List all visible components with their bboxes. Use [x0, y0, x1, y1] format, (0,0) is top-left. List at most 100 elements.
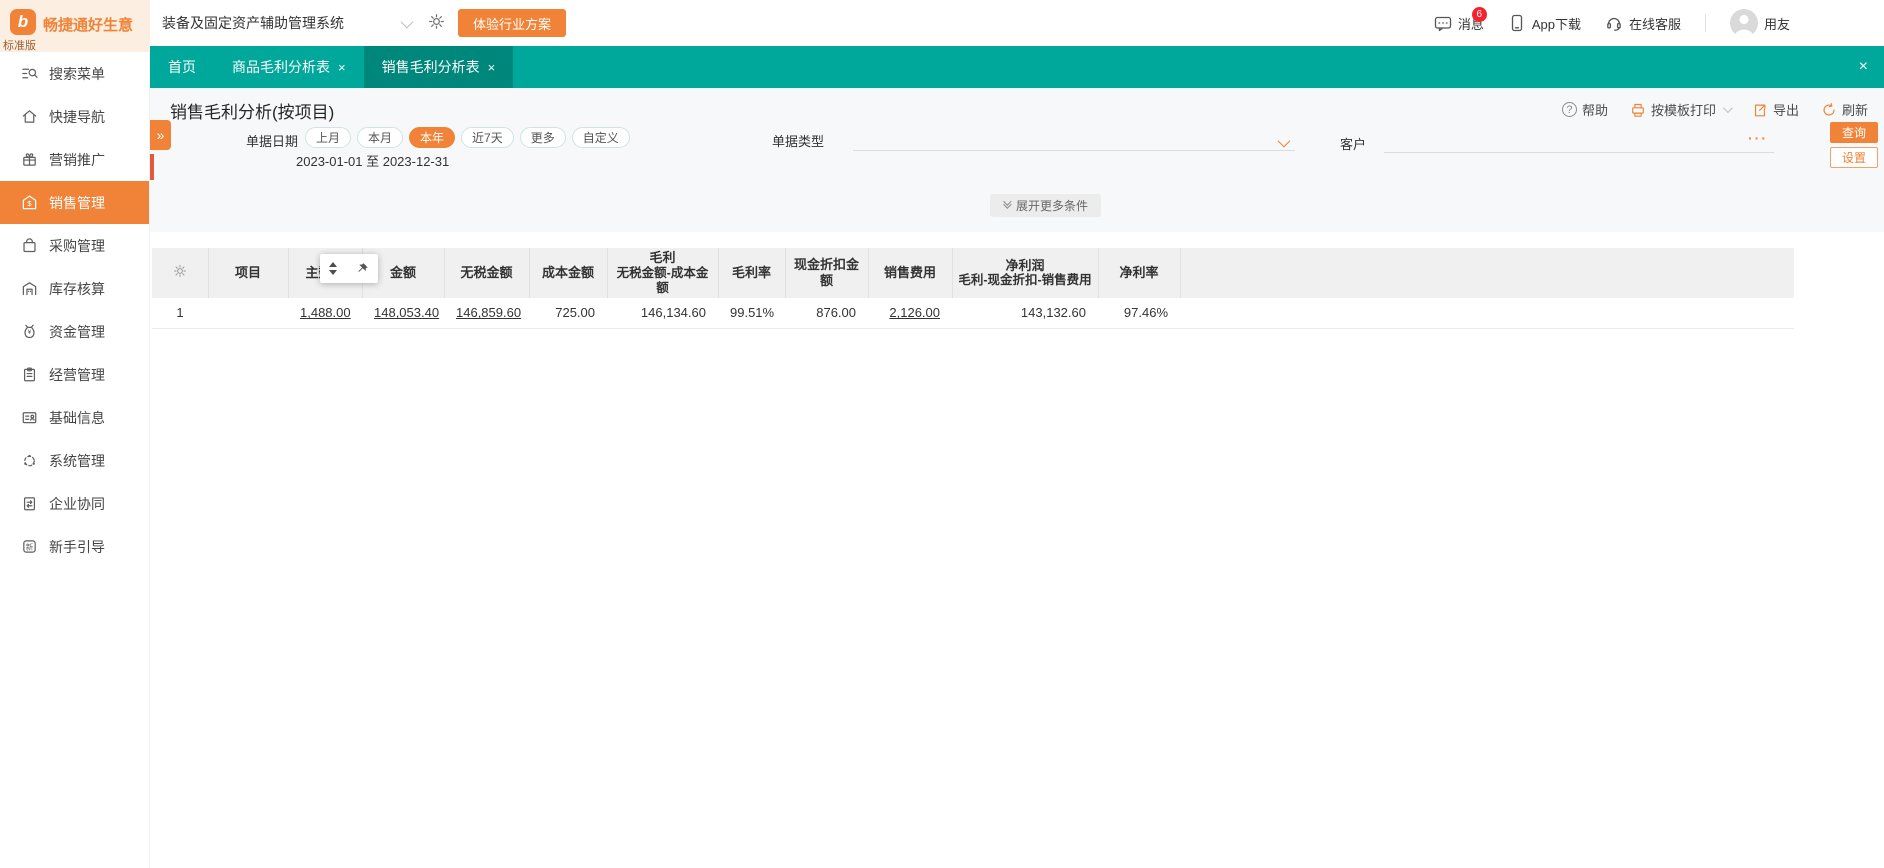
query-button[interactable]: 查询 [1830, 122, 1878, 143]
doc-type-label: 单据类型 [772, 134, 825, 149]
pin-column-icon[interactable] [356, 262, 369, 275]
amount-link[interactable]: 148,053.40 [374, 305, 439, 320]
print-by-template-button[interactable]: 按模板打印 [1630, 100, 1733, 119]
app-window: 装备及固定资产辅助管理系统 体验行业方案 消息 6 App下载 在线客服 用友 … [0, 0, 1884, 868]
date-option-custom[interactable]: 自定义 [571, 127, 630, 148]
date-range-value: 2023-01-01 至 2023-12-31 [296, 154, 450, 169]
trial-solution-button[interactable]: 体验行业方案 [458, 9, 567, 37]
tab-close-icon[interactable]: × [488, 61, 496, 74]
operations-clipboard-icon [23, 367, 36, 382]
scroll-indicator [150, 154, 154, 180]
expand-more-conditions-button[interactable]: 展开更多条件 [990, 194, 1102, 217]
gear-icon[interactable] [428, 13, 445, 35]
sidebar-item-purchase[interactable]: 采购管理 [0, 224, 149, 267]
tab-home[interactable]: 首页 [150, 46, 214, 88]
sidebar-item-system[interactable]: 系统管理 [0, 439, 149, 482]
chevron-down-icon[interactable] [1277, 134, 1291, 152]
refresh-button[interactable]: 刷新 [1821, 100, 1868, 119]
collaboration-icon [23, 497, 36, 511]
sidebar-item-label: 销售管理 [49, 194, 105, 211]
header-cost-amount[interactable]: 成本金额 [529, 248, 608, 298]
collapse-filter-button[interactable]: » [150, 120, 171, 150]
sidebar-item-sales[interactable]: $ 销售管理 [0, 181, 149, 224]
sidebar-item-newbie-guide[interactable]: 新 新手引导 [0, 525, 149, 568]
svg-text:新: 新 [26, 542, 34, 552]
header-project[interactable]: 项目 [208, 248, 289, 298]
header-net-margin[interactable]: 净利率 [1098, 248, 1181, 298]
marketing-gift-icon [23, 153, 36, 166]
cell-cash-discount: 876.00 [785, 297, 868, 330]
header-gross-profit[interactable]: 毛利 无税金额-成本金额 [607, 248, 719, 298]
quick-nav-icon [22, 110, 37, 123]
sidebar-item-label: 经营管理 [49, 366, 105, 383]
header-gross-margin[interactable]: 毛利率 [718, 248, 786, 298]
svg-text:$: $ [27, 199, 32, 208]
main-content: 销售毛利分析(按项目) ? 帮助 按模板打印 导出 刷新 » 单据日期 上月 本… [150, 88, 1884, 868]
app-download-label: App下载 [1531, 16, 1581, 32]
tab-product-gross-profit[interactable]: 商品毛利分析表 × [214, 46, 364, 88]
report-table: 项目 主数量 金额 无税金额 成本金额 毛利无税金额-成本金额 毛利率 现金折扣… [152, 248, 1794, 330]
column-settings-header[interactable] [152, 248, 209, 298]
date-option-last-7-days[interactable]: 近7天 [461, 127, 514, 148]
online-service-item[interactable]: 在线客服 [1605, 14, 1681, 33]
table-header-row: 项目 主数量 金额 无税金额 成本金额 毛利无税金额-成本金额 毛利率 现金折扣… [152, 248, 1794, 298]
user-item[interactable]: 用友 [1729, 9, 1790, 37]
messages-item[interactable]: 消息 6 [1434, 6, 1487, 33]
sidebar-item-collaboration[interactable]: 企业协同 [0, 482, 149, 525]
system-select[interactable]: 装备及固定资产辅助管理系统 [162, 13, 414, 33]
date-option-more[interactable]: 更多 [519, 127, 566, 148]
sidebar-item-funds[interactable]: ¥ 资金管理 [0, 310, 149, 353]
system-select-value: 装备及固定资产辅助管理系统 [162, 15, 344, 31]
sidebar-item-label: 采购管理 [49, 237, 105, 254]
message-icon [1434, 16, 1451, 32]
cell-filler [1180, 297, 1794, 330]
header-net-profit[interactable]: 净利润 毛利-现金折扣-销售费用 [952, 248, 1099, 298]
printer-icon [1632, 103, 1644, 117]
sidebar-item-inventory[interactable]: 库存核算 [0, 267, 149, 310]
export-button[interactable]: 导出 [1752, 100, 1799, 119]
doc-type-input[interactable] [853, 150, 1295, 151]
chevron-down-icon[interactable] [1722, 103, 1733, 114]
header-cash-discount[interactable]: 现金折扣金额 [785, 248, 869, 298]
settings-button[interactable]: 设置 [1830, 147, 1878, 168]
table-row: 1 1,488.00 148,053.40 146,859.60 725.00 … [152, 297, 1794, 330]
header-untaxed-amount[interactable]: 无税金额 [444, 248, 530, 298]
tab-sales-gross-profit[interactable]: 销售毛利分析表 × [363, 46, 514, 88]
tab-label: 商品毛利分析表 [232, 59, 330, 75]
cell-project [208, 297, 288, 330]
cell-amount: 148,053.40 [362, 297, 444, 330]
online-service-label: 在线客服 [1628, 16, 1681, 32]
cell-sales-expense: 2,126.00 [868, 297, 952, 330]
date-option-this-year[interactable]: 本年 [409, 127, 456, 148]
date-option-this-month[interactable]: 本月 [357, 127, 404, 148]
close-all-tabs-icon[interactable]: × [1859, 58, 1868, 76]
search-menu-icon [22, 68, 38, 79]
sidebar-item-search-menu[interactable]: 搜索菜单 [0, 52, 149, 95]
sidebar-item-basic-info[interactable]: 基础信息 [0, 396, 149, 439]
sidebar-item-label: 搜索菜单 [49, 65, 105, 82]
chevron-down-icon [400, 15, 414, 28]
sidebar-item-label: 系统管理 [49, 452, 105, 469]
untaxed-amount-link[interactable]: 146,859.60 [456, 305, 521, 320]
sort-toggle-icon[interactable] [329, 262, 338, 275]
sidebar-item-operations[interactable]: 经营管理 [0, 353, 149, 396]
purchase-bag-icon [23, 238, 36, 253]
app-download-item[interactable]: App下载 [1508, 14, 1581, 33]
customer-input[interactable] [1384, 152, 1774, 153]
username: 用友 [1763, 16, 1790, 32]
tab-close-icon[interactable]: × [338, 61, 346, 74]
header-filler [1180, 248, 1794, 298]
sidebar-item-label: 资金管理 [49, 323, 105, 340]
date-option-last-month[interactable]: 上月 [305, 127, 352, 148]
customer-picker-dots-icon[interactable]: ··· [1748, 130, 1768, 146]
sidebar-item-marketing[interactable]: 营销推广 [0, 138, 149, 181]
sales-expense-link[interactable]: 2,126.00 [889, 305, 940, 320]
main-qty-link[interactable]: 1,488.00 [300, 305, 351, 320]
header-sales-expense[interactable]: 销售费用 [868, 248, 953, 298]
sidebar-item-quick-nav[interactable]: 快捷导航 [0, 95, 149, 138]
help-button[interactable]: ? 帮助 [1561, 100, 1608, 119]
brand-edition: 标准版 [3, 40, 36, 52]
cell-cost-amount: 725.00 [529, 297, 607, 330]
tab-label: 销售毛利分析表 [381, 59, 480, 75]
cell-net-profit: 143,132.60 [952, 297, 1098, 330]
